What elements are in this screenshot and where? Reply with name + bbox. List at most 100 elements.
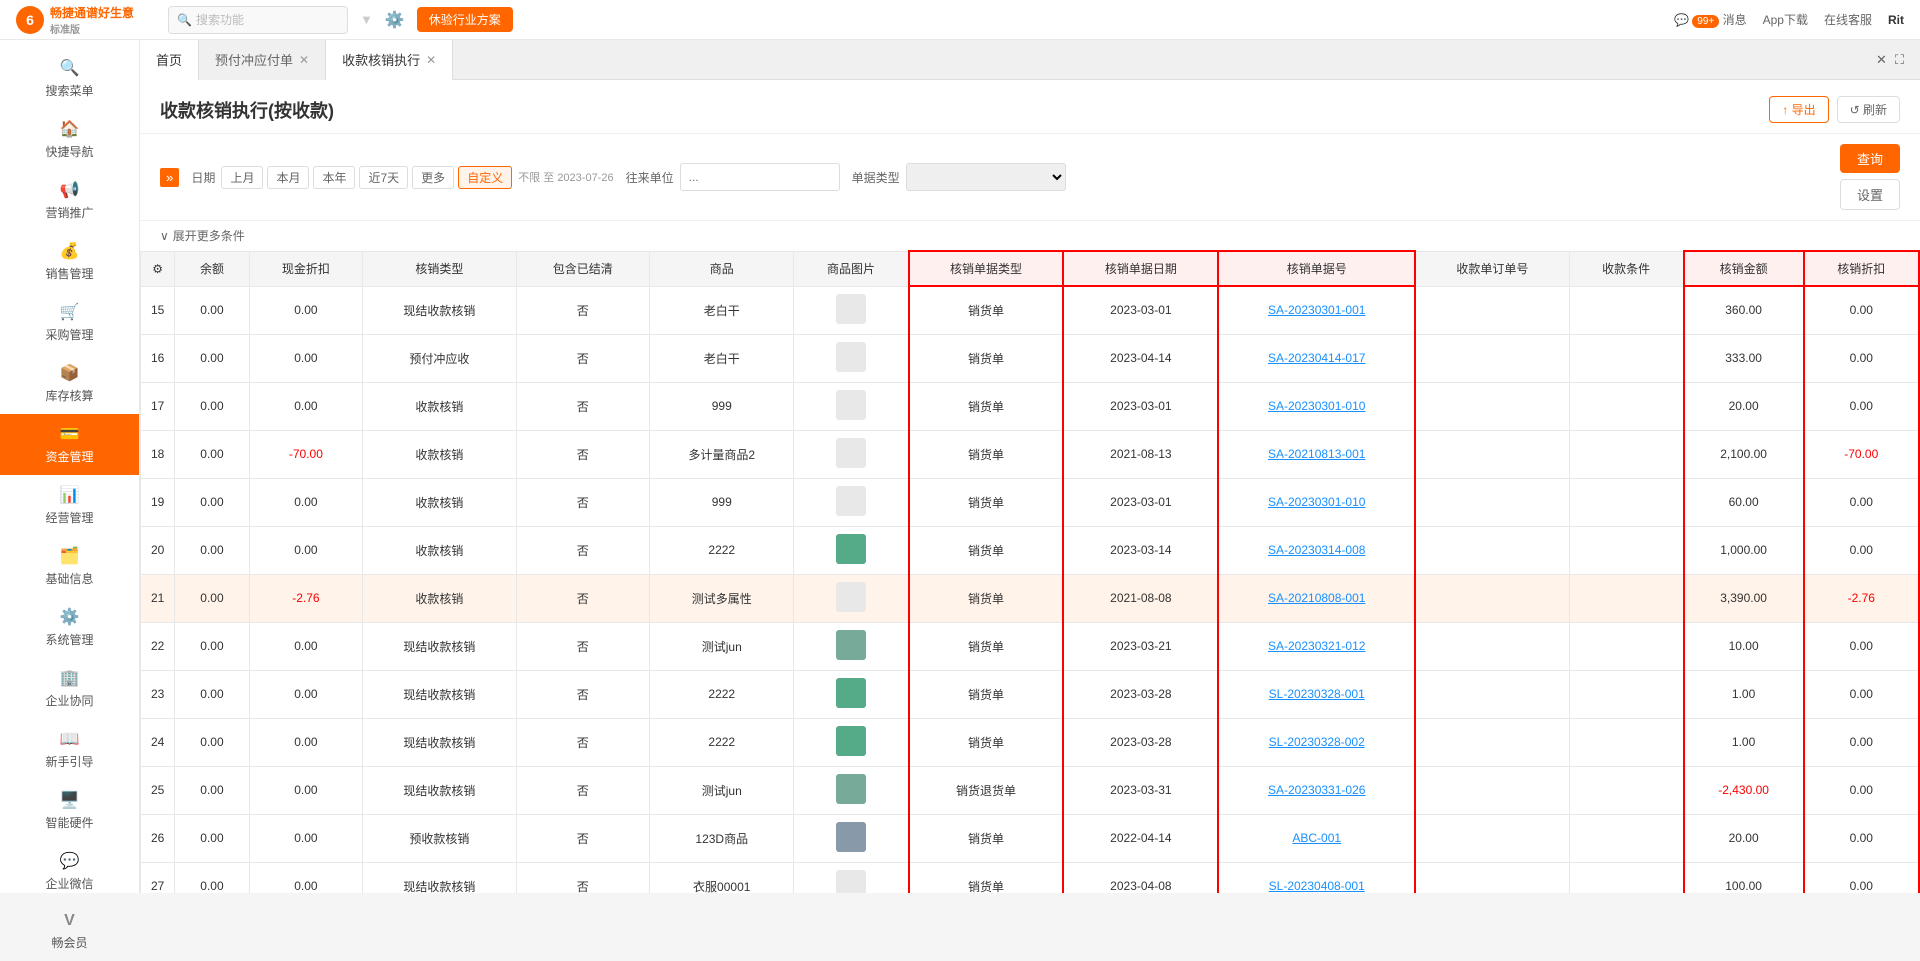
date-btn-more[interactable]: 更多 — [412, 166, 454, 189]
date-btn-custom[interactable]: 自定义 — [458, 166, 512, 189]
product-image — [836, 774, 866, 804]
expand-more-bar[interactable]: ∨ 展开更多条件 — [160, 227, 1900, 244]
query-button[interactable]: 查询 — [1840, 144, 1900, 173]
gear-icon[interactable]: ⚙️ — [385, 10, 405, 30]
date-btn-thisyear[interactable]: 本年 — [313, 166, 355, 189]
cell-type: 现结收款核销 — [363, 766, 516, 814]
slip-no-link[interactable]: SA-20230301-010 — [1268, 495, 1365, 509]
tab-close-window[interactable]: ✕ — [1876, 52, 1887, 68]
product-image — [836, 294, 866, 324]
cell-slip-type: 销货单 — [909, 622, 1064, 670]
slip-no-link[interactable]: SA-20230314-008 — [1268, 543, 1365, 557]
counterpart-input[interactable] — [680, 163, 840, 191]
industry-button[interactable]: 休验行业方案 — [417, 7, 513, 32]
settings-button[interactable]: 设置 — [1840, 179, 1900, 210]
sidebar-item-guide[interactable]: 📖 新手引导 — [0, 719, 139, 780]
slip-no-link[interactable]: ABC-001 — [1292, 831, 1341, 845]
cell-slip-no: SA-20210808-001 — [1218, 574, 1415, 622]
sidebar-item-inventory[interactable]: 📦 库存核算 — [0, 353, 139, 414]
cell-receipt-order — [1415, 862, 1569, 893]
cell-condition — [1569, 862, 1684, 893]
cell-discount: 0.00 — [1804, 382, 1919, 430]
cell-num: 23 — [141, 670, 175, 718]
sidebar-item-operation[interactable]: 📊 经营管理 — [0, 475, 139, 536]
sidebar-item-purchase[interactable]: 🛒 采购管理 — [0, 292, 139, 353]
cell-img — [794, 430, 909, 478]
slip-no-link[interactable]: SA-20210808-001 — [1268, 591, 1365, 605]
sidebar-item-basic[interactable]: 🗂️ 基础信息 — [0, 536, 139, 597]
cell-type: 现结收款核销 — [363, 670, 516, 718]
refresh-button[interactable]: ↺ 刷新 — [1837, 96, 1900, 123]
top-search-bar[interactable]: 🔍 搜索功能 — [168, 6, 348, 34]
app-download-link[interactable]: App下载 — [1763, 11, 1808, 28]
cell-slip-no: SA-20230301-010 — [1218, 382, 1415, 430]
cell-goods: 测试多属性 — [650, 574, 794, 622]
cell-type: 现结收款核销 — [363, 862, 516, 893]
sidebar-item-corp[interactable]: 🏢 企业协同 — [0, 658, 139, 719]
slip-no-link[interactable]: SL-20230408-001 — [1269, 879, 1365, 893]
sidebar-item-vip[interactable]: V 畅会员 — [0, 902, 139, 961]
cell-slip-date: 2023-03-01 — [1063, 286, 1218, 334]
table-row: 16 0.00 0.00 预付冲应收 否 老白干 销货单 2023-04-14 … — [141, 334, 1920, 382]
tab-receipt[interactable]: 收款核销执行 ✕ — [326, 40, 453, 80]
online-service-link[interactable]: 在线客服 — [1824, 11, 1872, 28]
sidebar-item-sales[interactable]: 💰 销售管理 — [0, 231, 139, 292]
cell-balance: 0.00 — [175, 574, 249, 622]
th-balance: 余额 — [175, 251, 249, 286]
receipt-type-select[interactable] — [906, 163, 1066, 191]
cell-amount: 1,000.00 — [1684, 526, 1804, 574]
slip-no-link[interactable]: SL-20230328-001 — [1269, 687, 1365, 701]
sidebar-item-marketing[interactable]: 📢 营销推广 — [0, 170, 139, 231]
message-icon[interactable]: 💬 99+ 消息 — [1674, 11, 1747, 28]
cell-num: 27 — [141, 862, 175, 893]
cell-img — [794, 574, 909, 622]
cell-receipt-order — [1415, 670, 1569, 718]
sidebar-item-search[interactable]: 🔍 搜索菜单 — [0, 48, 139, 109]
sidebar-item-system[interactable]: ⚙️ 系统管理 — [0, 597, 139, 658]
slip-no-link[interactable]: SA-20230331-026 — [1268, 783, 1365, 797]
main-table: ⚙ 余额 现金折扣 核销类型 包含已结清 商品 商品图片 核销单据类型 核销单据… — [140, 250, 1920, 893]
cell-type: 现结收款核销 — [363, 718, 516, 766]
sidebar-item-finance[interactable]: 💳 资金管理 — [0, 414, 139, 475]
th-settings[interactable]: ⚙ — [141, 251, 175, 286]
dropdown-arrow[interactable]: ▼ — [360, 12, 373, 27]
product-image — [836, 630, 866, 660]
tab-prepay-close[interactable]: ✕ — [299, 53, 309, 67]
tab-receipt-close[interactable]: ✕ — [426, 53, 436, 67]
cell-slip-date: 2023-03-28 — [1063, 670, 1218, 718]
main-panel: 首页 预付冲应付单 ✕ 收款核销执行 ✕ ✕ ⛶ 收款核销执行(按收款) — [140, 40, 1920, 893]
date-btn-thismonth[interactable]: 本月 — [267, 166, 309, 189]
sidebar-item-hardware[interactable]: 🖥️ 智能硬件 — [0, 780, 139, 841]
th-closed: 包含已结清 — [516, 251, 649, 286]
slip-no-link[interactable]: SA-20230321-012 — [1268, 639, 1365, 653]
tab-prepay[interactable]: 预付冲应付单 ✕ — [199, 40, 326, 80]
tab-maximize[interactable]: ⛶ — [1895, 52, 1904, 68]
sidebar-item-quick[interactable]: 🏠 快捷导航 — [0, 109, 139, 170]
cell-img — [794, 286, 909, 334]
filter-expand-button[interactable]: » — [160, 168, 179, 187]
date-btn-7days[interactable]: 近7天 — [359, 166, 408, 189]
product-image — [836, 534, 866, 564]
th-type: 核销类型 — [363, 251, 516, 286]
cell-slip-date: 2023-03-01 — [1063, 478, 1218, 526]
slip-no-link[interactable]: SA-20230301-001 — [1268, 303, 1365, 317]
table-row: 26 0.00 0.00 预收款核销 否 123D商品 销货单 2022-04-… — [141, 814, 1920, 862]
table-row: 20 0.00 0.00 收款核销 否 2222 销货单 2023-03-14 … — [141, 526, 1920, 574]
date-btn-lastmonth[interactable]: 上月 — [221, 166, 263, 189]
cell-goods: 老白干 — [650, 334, 794, 382]
slip-no-link[interactable]: SA-20230414-017 — [1268, 351, 1365, 365]
tab-home[interactable]: 首页 — [140, 40, 199, 80]
cell-cash-discount: 0.00 — [249, 526, 363, 574]
slip-no-link[interactable]: SL-20230328-002 — [1269, 735, 1365, 749]
product-image — [836, 342, 866, 372]
cell-type: 预收款核销 — [363, 814, 516, 862]
table-row: 23 0.00 0.00 现结收款核销 否 2222 销货单 2023-03-2… — [141, 670, 1920, 718]
slip-no-link[interactable]: SA-20210813-001 — [1268, 447, 1365, 461]
export-button[interactable]: ↑ 导出 — [1769, 96, 1828, 123]
cell-amount: 1.00 — [1684, 718, 1804, 766]
cell-receipt-order — [1415, 526, 1569, 574]
slip-no-link[interactable]: SA-20230301-010 — [1268, 399, 1365, 413]
cell-slip-no: SA-20230314-008 — [1218, 526, 1415, 574]
sidebar-label-finance: 资金管理 — [45, 448, 93, 465]
sidebar-label-guide: 新手引导 — [45, 753, 93, 770]
